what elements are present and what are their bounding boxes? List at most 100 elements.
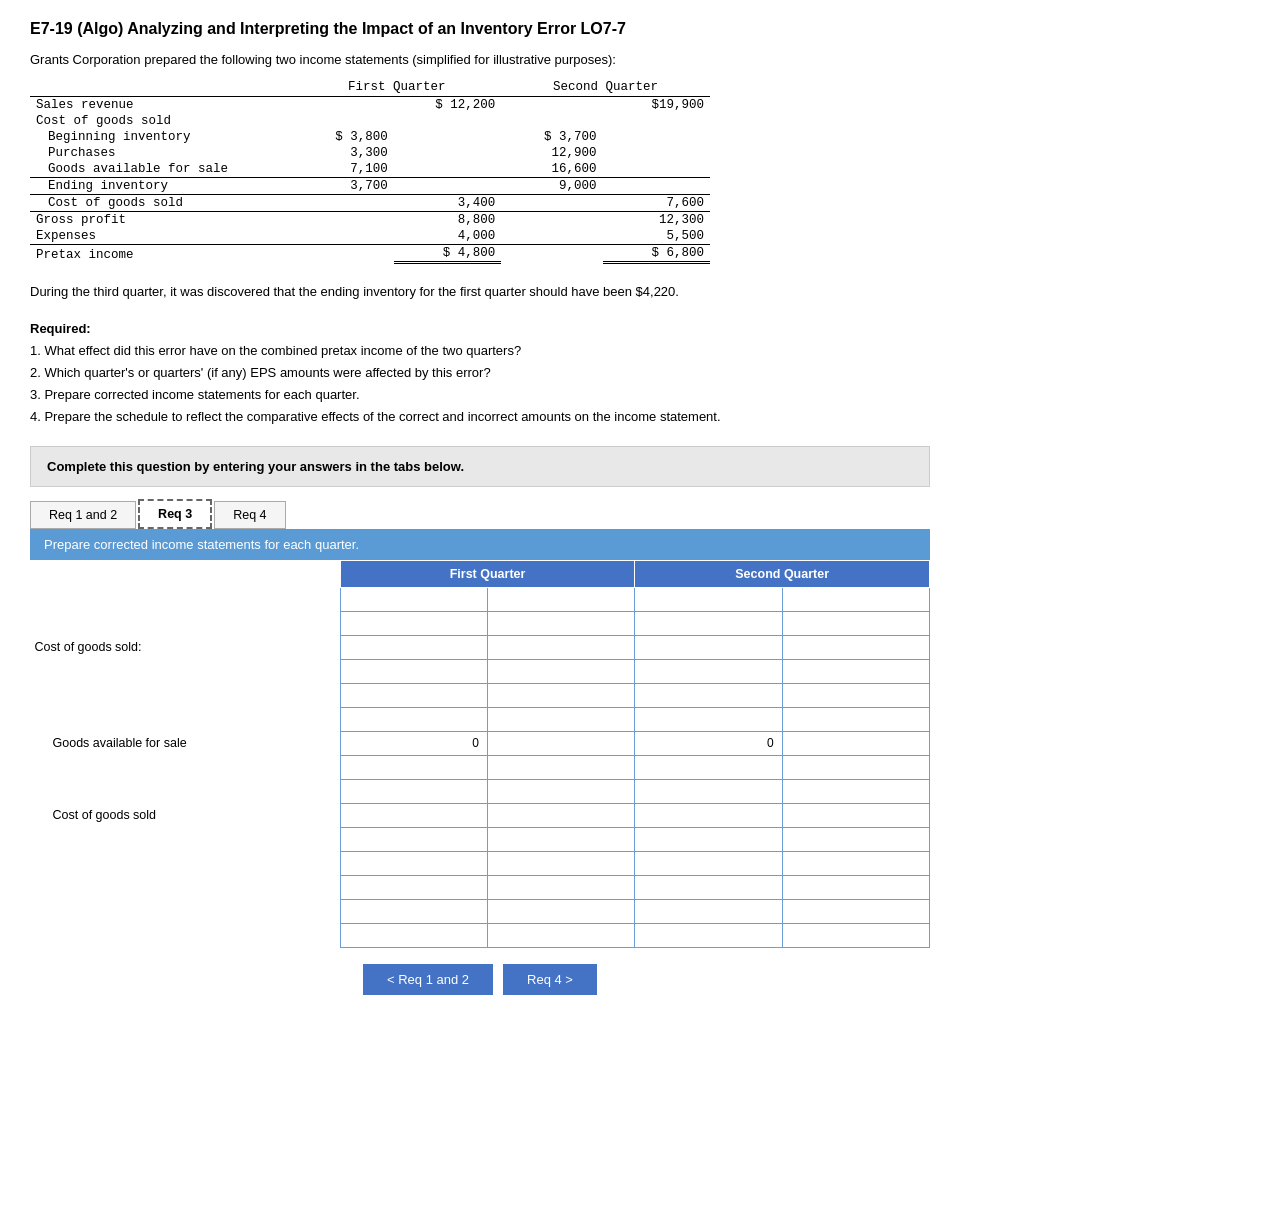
input-r1c3[interactable] <box>639 590 777 609</box>
input-r2c1[interactable] <box>345 614 483 633</box>
input-r2c3[interactable] <box>639 614 777 633</box>
tab-req4[interactable]: Req 4 <box>214 501 285 529</box>
input-r12c2[interactable] <box>492 854 630 873</box>
input-cell[interactable] <box>635 827 782 851</box>
input-r10c4[interactable] <box>787 806 925 825</box>
input-r1c4[interactable] <box>787 590 925 609</box>
input-r6c1[interactable] <box>345 710 483 729</box>
input-cell[interactable] <box>782 731 929 755</box>
input-r4c1[interactable] <box>345 662 483 681</box>
input-r7c1[interactable] <box>345 734 483 753</box>
input-r14c2[interactable] <box>492 902 630 921</box>
input-cell[interactable] <box>488 611 635 635</box>
input-r8c1[interactable] <box>345 758 483 777</box>
input-cell[interactable] <box>340 611 487 635</box>
input-r8c3[interactable] <box>639 758 777 777</box>
input-r15c4[interactable] <box>787 926 925 945</box>
input-r11c3[interactable] <box>639 830 777 849</box>
input-cell[interactable] <box>340 659 487 683</box>
input-r14c1[interactable] <box>345 902 483 921</box>
input-r2c4[interactable] <box>787 614 925 633</box>
input-r13c4[interactable] <box>787 878 925 897</box>
input-r14c3[interactable] <box>639 902 777 921</box>
input-r6c4[interactable] <box>787 710 925 729</box>
input-r4c4[interactable] <box>787 662 925 681</box>
input-cell[interactable] <box>340 683 487 707</box>
input-cell[interactable] <box>488 803 635 827</box>
input-cell[interactable] <box>782 827 929 851</box>
input-cell[interactable] <box>782 755 929 779</box>
input-cell[interactable] <box>488 755 635 779</box>
input-cell[interactable] <box>340 587 487 611</box>
input-r9c4[interactable] <box>787 782 925 801</box>
input-r13c1[interactable] <box>345 878 483 897</box>
input-r11c2[interactable] <box>492 830 630 849</box>
input-r4c3[interactable] <box>639 662 777 681</box>
input-cell[interactable] <box>340 899 487 923</box>
input-r5c3[interactable] <box>639 686 777 705</box>
input-r13c2[interactable] <box>492 878 630 897</box>
input-r15c3[interactable] <box>639 926 777 945</box>
input-cell[interactable] <box>340 827 487 851</box>
input-r13c3[interactable] <box>639 878 777 897</box>
input-cell[interactable] <box>340 707 487 731</box>
input-r9c1[interactable] <box>345 782 483 801</box>
input-r5c2[interactable] <box>492 686 630 705</box>
input-cell[interactable] <box>340 923 487 947</box>
input-cell[interactable] <box>635 611 782 635</box>
input-cell[interactable] <box>635 635 782 659</box>
input-cell[interactable] <box>340 779 487 803</box>
input-cell[interactable] <box>635 803 782 827</box>
input-cell[interactable] <box>782 587 929 611</box>
goods-avail-fq-input[interactable] <box>340 731 487 755</box>
input-cell[interactable] <box>488 587 635 611</box>
input-cell[interactable] <box>488 923 635 947</box>
input-cell[interactable] <box>488 899 635 923</box>
input-r10c1[interactable] <box>345 806 483 825</box>
input-r2c2[interactable] <box>492 614 630 633</box>
input-r12c3[interactable] <box>639 854 777 873</box>
tab-req3[interactable]: Req 3 <box>138 499 212 529</box>
input-r11c1[interactable] <box>345 830 483 849</box>
input-r8c4[interactable] <box>787 758 925 777</box>
input-r6c3[interactable] <box>639 710 777 729</box>
input-r5c4[interactable] <box>787 686 925 705</box>
input-r10c3[interactable] <box>639 806 777 825</box>
input-cell[interactable] <box>340 755 487 779</box>
prev-button[interactable]: < Req 1 and 2 <box>363 964 493 995</box>
input-cell[interactable] <box>635 683 782 707</box>
input-cell[interactable] <box>488 875 635 899</box>
input-cell[interactable] <box>782 803 929 827</box>
input-r4c2[interactable] <box>492 662 630 681</box>
next-button[interactable]: Req 4 > <box>503 964 597 995</box>
input-cell[interactable] <box>782 923 929 947</box>
input-cell[interactable] <box>488 635 635 659</box>
input-cell[interactable] <box>488 827 635 851</box>
input-r3c1[interactable] <box>345 638 483 657</box>
input-cell[interactable] <box>782 659 929 683</box>
input-r6c2[interactable] <box>492 710 630 729</box>
input-cell[interactable] <box>635 755 782 779</box>
input-cell[interactable] <box>635 587 782 611</box>
input-r11c4[interactable] <box>787 830 925 849</box>
input-r12c1[interactable] <box>345 854 483 873</box>
goods-avail-sq-input[interactable] <box>635 731 782 755</box>
input-cell[interactable] <box>782 611 929 635</box>
input-r15c2[interactable] <box>492 926 630 945</box>
input-cell[interactable] <box>488 707 635 731</box>
input-cell[interactable] <box>488 851 635 875</box>
input-r9c2[interactable] <box>492 782 630 801</box>
input-cell[interactable] <box>782 779 929 803</box>
input-cell[interactable] <box>488 731 635 755</box>
input-cell[interactable] <box>488 659 635 683</box>
input-r1c1[interactable] <box>345 590 483 609</box>
input-r1c2[interactable] <box>492 590 630 609</box>
input-cell[interactable] <box>340 803 487 827</box>
input-r9c3[interactable] <box>639 782 777 801</box>
input-cell[interactable] <box>635 851 782 875</box>
input-cell[interactable] <box>488 683 635 707</box>
input-cell[interactable] <box>635 779 782 803</box>
input-cell[interactable] <box>488 779 635 803</box>
input-r14c4[interactable] <box>787 902 925 921</box>
input-cell[interactable] <box>635 899 782 923</box>
